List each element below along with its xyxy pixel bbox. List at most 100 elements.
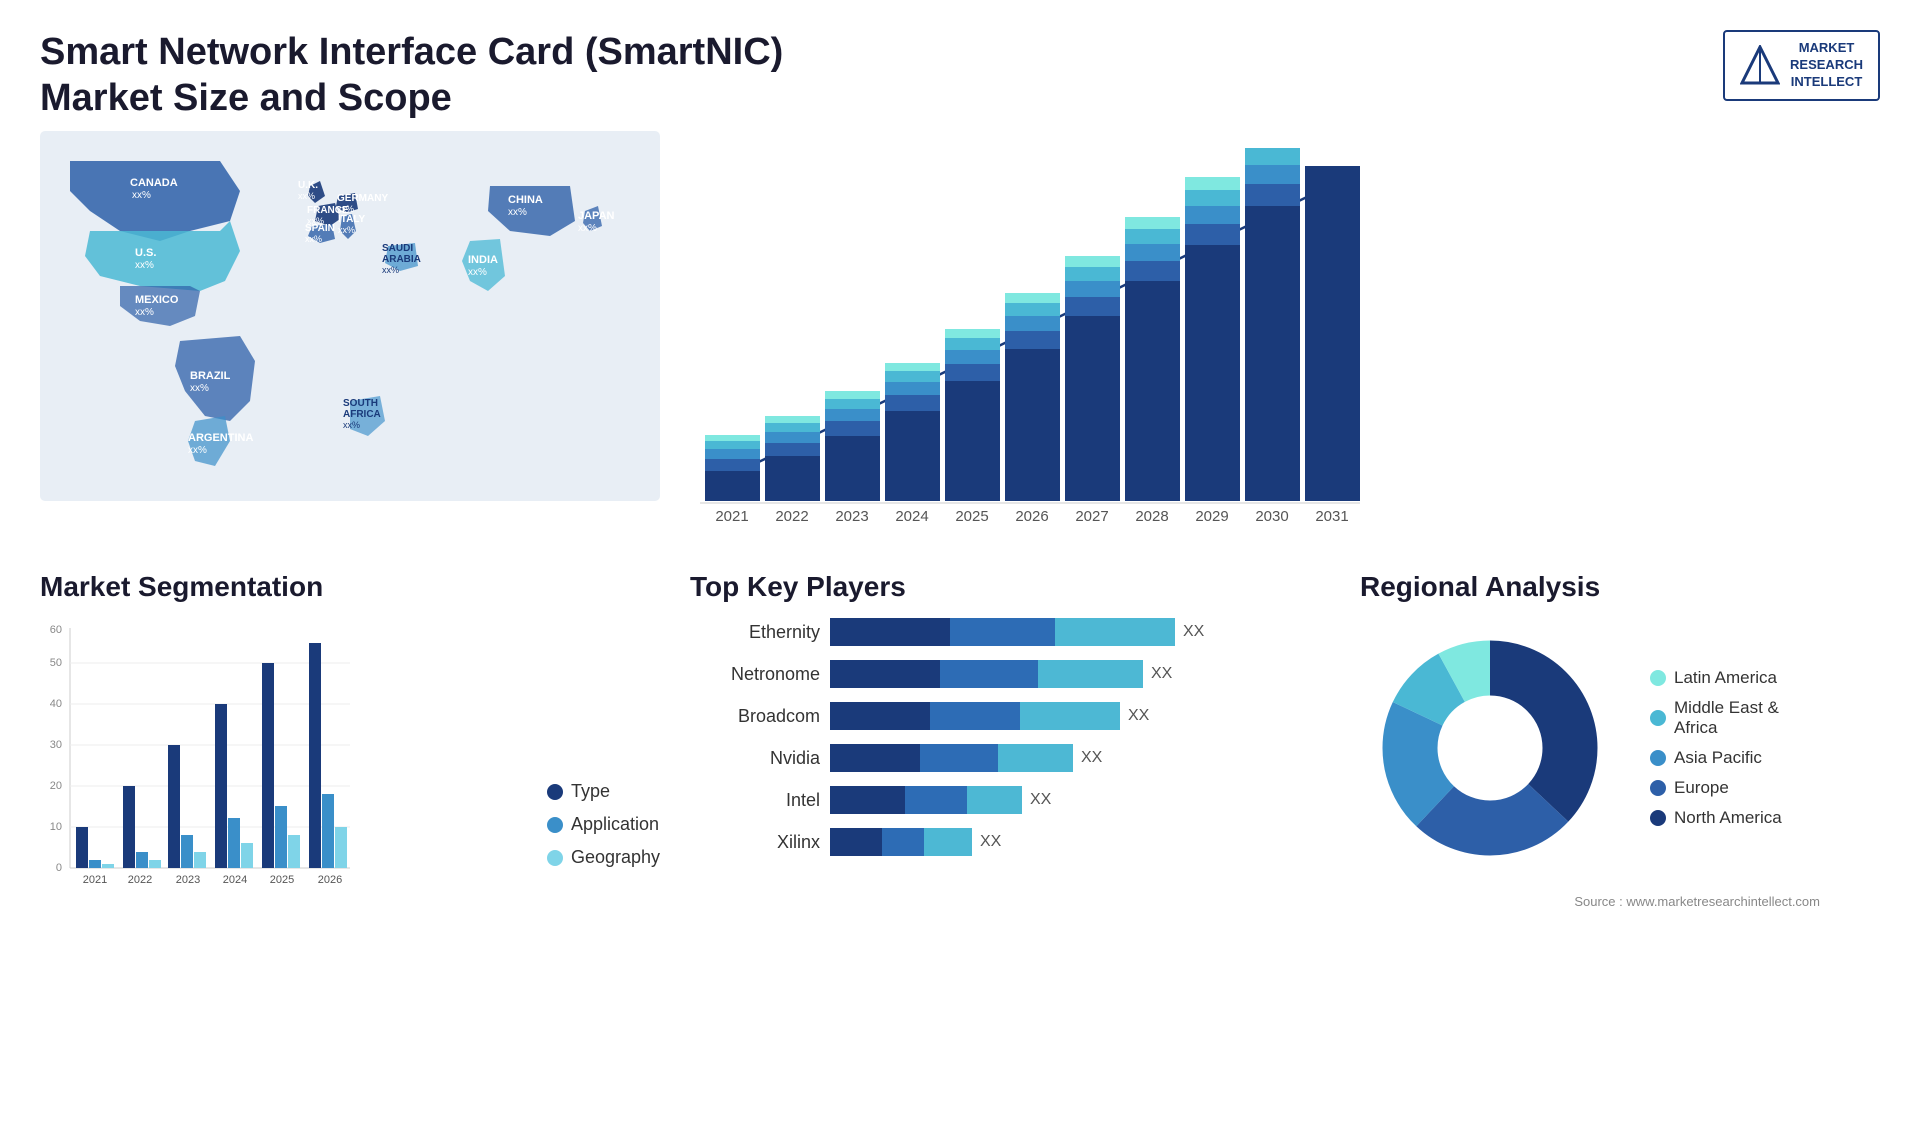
bar-seg2 [920, 744, 998, 772]
segmentation-bars: 0 10 20 30 40 50 60 [40, 618, 517, 898]
svg-text:2023: 2023 [835, 508, 868, 525]
player-value-broadcom: XX [1128, 702, 1149, 730]
svg-text:U.S.: U.S. [135, 247, 156, 259]
svg-text:SAUDI: SAUDI [382, 243, 413, 254]
svg-text:xx%: xx% [337, 204, 354, 214]
svg-text:xx%: xx% [578, 223, 597, 234]
svg-text:60: 60 [50, 624, 62, 636]
donut-svg [1360, 618, 1620, 878]
legend-type: Type [547, 781, 660, 802]
svg-text:10: 10 [50, 821, 62, 833]
bar-seg3 [924, 828, 972, 856]
bar-chart-section: XX XX XX XX XX XX XX XX XX XX XX [670, 131, 1880, 551]
bar-seg3 [1038, 660, 1143, 688]
regional-legend: Latin America Middle East &Africa Asia P… [1650, 668, 1782, 828]
svg-text:2030: 2030 [1255, 508, 1288, 525]
svg-text:2025: 2025 [270, 874, 294, 886]
player-name-netronome: Netronome [690, 664, 820, 685]
svg-text:xx%: xx% [188, 445, 207, 456]
svg-text:30: 30 [50, 739, 62, 751]
bar-seg2 [905, 786, 967, 814]
bar-seg2 [940, 660, 1038, 688]
svg-text:2026: 2026 [1015, 508, 1048, 525]
svg-text:xx%: xx% [508, 207, 527, 218]
legend-geography: Geography [547, 847, 660, 868]
player-value-ethernity: XX [1183, 618, 1204, 646]
seg-bars-svg: 0 10 20 30 40 50 60 [40, 618, 360, 908]
bar-seg2 [930, 702, 1020, 730]
logo-icon [1740, 45, 1780, 85]
player-name-nvidia: Nvidia [690, 748, 820, 769]
page-title: Smart Network Interface Card (SmartNIC) … [40, 30, 840, 121]
svg-text:xx%: xx% [338, 225, 355, 235]
logo-text: MARKET RESEARCH INTELLECT [1790, 40, 1863, 91]
reg-legend-mea: Middle East &Africa [1650, 698, 1782, 738]
player-value-xilinx: XX [980, 828, 1001, 856]
legend-geography-label: Geography [571, 847, 660, 868]
player-row-intel: Intel XX [690, 786, 1330, 814]
bar-seg1 [830, 744, 920, 772]
reg-dot-latin [1650, 670, 1666, 686]
key-players-section: Top Key Players Ethernity XX Netronome [680, 571, 1340, 911]
source-text: Source : www.marketresearchintellect.com [1574, 894, 1860, 909]
reg-legend-europe: Europe [1650, 778, 1782, 798]
regional-analysis-section: Regional Analysis [1360, 571, 1880, 911]
reg-legend-latin-america: Latin America [1650, 668, 1782, 688]
svg-text:xx%: xx% [190, 383, 209, 394]
segmentation-chart: 0 10 20 30 40 50 60 [40, 618, 660, 898]
svg-text:20: 20 [50, 780, 62, 792]
player-bar-intel: XX [830, 786, 1330, 814]
svg-text:0: 0 [56, 862, 62, 874]
svg-text:2023: 2023 [176, 874, 200, 886]
svg-text:2031: 2031 [1315, 508, 1348, 525]
page-header: Smart Network Interface Card (SmartNIC) … [0, 0, 1920, 131]
svg-text:xx%: xx% [135, 307, 154, 318]
player-row-broadcom: Broadcom XX [690, 702, 1330, 730]
svg-text:xx%: xx% [382, 265, 399, 275]
world-map-svg: CANADA xx% U.S. xx% MEXICO xx% BRAZIL xx… [40, 131, 660, 501]
svg-text:40: 40 [50, 698, 62, 710]
reg-dot-mea [1650, 710, 1666, 726]
legend-application-label: Application [571, 814, 659, 835]
reg-dot-asia [1650, 750, 1666, 766]
bar-seg1 [830, 786, 905, 814]
svg-text:INDIA: INDIA [468, 254, 498, 266]
svg-text:BRAZIL: BRAZIL [190, 370, 231, 382]
donut-chart [1360, 618, 1620, 878]
bar-seg3 [1020, 702, 1120, 730]
player-row-xilinx: Xilinx XX [690, 828, 1330, 856]
svg-text:ITALY: ITALY [338, 214, 366, 225]
reg-label-latin: Latin America [1674, 668, 1777, 688]
svg-text:AFRICA: AFRICA [343, 409, 381, 420]
player-bar-netronome: XX [830, 660, 1330, 688]
svg-text:2022: 2022 [128, 874, 152, 886]
svg-text:2021: 2021 [715, 508, 748, 525]
reg-legend-asia: Asia Pacific [1650, 748, 1782, 768]
world-map: CANADA xx% U.S. xx% MEXICO xx% BRAZIL xx… [40, 131, 660, 501]
key-players-title: Top Key Players [690, 571, 1330, 603]
player-value-nvidia: XX [1081, 744, 1102, 772]
bar-seg3 [1055, 618, 1175, 646]
svg-text:U.K.: U.K. [298, 180, 318, 191]
legend-type-dot [547, 784, 563, 800]
svg-text:MEXICO: MEXICO [135, 294, 179, 306]
svg-text:xx%: xx% [305, 234, 322, 244]
player-name-intel: Intel [690, 790, 820, 811]
bar-seg2 [950, 618, 1055, 646]
reg-label-na: North America [1674, 808, 1782, 828]
svg-text:2025: 2025 [955, 508, 988, 525]
svg-text:xx%: xx% [135, 260, 154, 271]
reg-label-asia: Asia Pacific [1674, 748, 1762, 768]
bar-seg1 [830, 660, 940, 688]
player-row-ethernity: Ethernity XX [690, 618, 1330, 646]
svg-text:2024: 2024 [895, 508, 928, 525]
reg-legend-north-america: North America [1650, 808, 1782, 828]
segmentation-title: Market Segmentation [40, 571, 660, 603]
svg-text:2024: 2024 [223, 874, 247, 886]
bottom-sections: Market Segmentation 0 10 20 30 40 50 [40, 561, 1880, 911]
svg-text:2026: 2026 [318, 874, 342, 886]
svg-text:GERMANY: GERMANY [337, 193, 388, 204]
svg-text:2027: 2027 [1075, 508, 1108, 525]
player-name-xilinx: Xilinx [690, 832, 820, 853]
bar-seg1 [830, 618, 950, 646]
